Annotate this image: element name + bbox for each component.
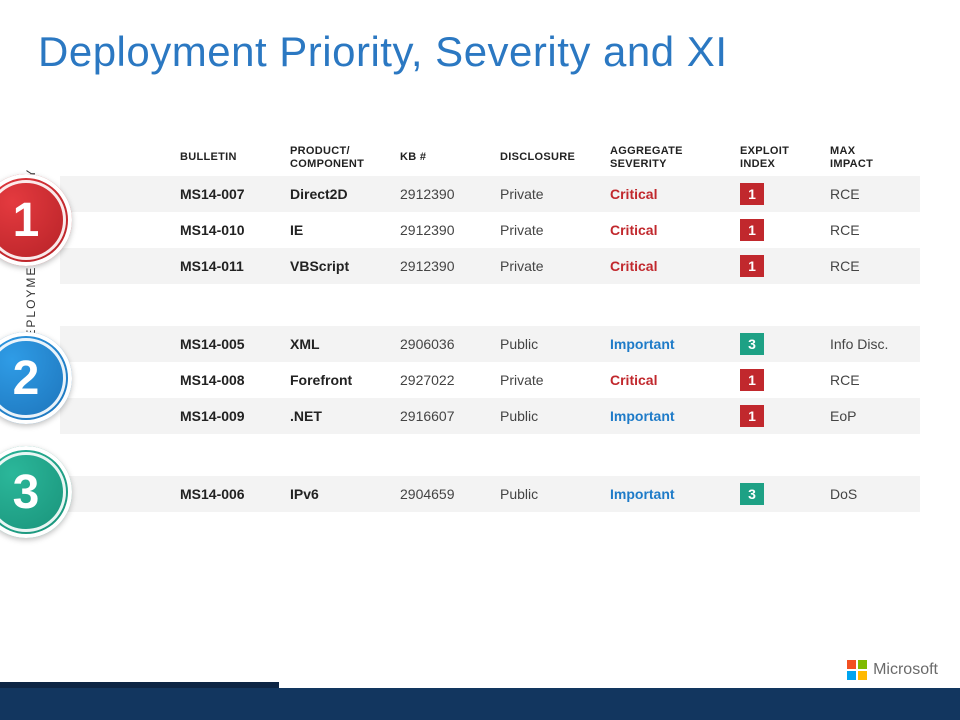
cell-impact: DoS (830, 486, 920, 502)
table-headers: BULLETIN PRODUCT/ COMPONENT KB # DISCLOS… (60, 140, 920, 176)
microsoft-logo: Microsoft (847, 660, 938, 680)
cell-impact: EoP (830, 408, 920, 424)
cell-severity: Critical (610, 372, 740, 388)
cell-exploit-index: 1 (740, 219, 830, 241)
cell-product: .NET (290, 408, 400, 424)
cell-disclosure: Public (500, 408, 610, 424)
cell-impact: RCE (830, 186, 920, 202)
microsoft-logo-text: Microsoft (873, 661, 938, 679)
cell-product: VBScript (290, 258, 400, 274)
page-title: Deployment Priority, Severity and XI (0, 0, 960, 76)
cell-disclosure: Private (500, 186, 610, 202)
cell-exploit-index: 1 (740, 369, 830, 391)
table-row: MS14-006IPv62904659PublicImportant3DoS (60, 476, 920, 512)
cell-impact: Info Disc. (830, 336, 920, 352)
table-row: MS14-005XML2906036PublicImportant3Info D… (60, 326, 920, 362)
cell-product: Direct2D (290, 186, 400, 202)
cell-kb: 2912390 (400, 186, 500, 202)
cell-bulletin: MS14-008 (180, 372, 290, 388)
cell-exploit-index: 1 (740, 405, 830, 427)
cell-bulletin: MS14-006 (180, 486, 290, 502)
cell-kb: 2916607 (400, 408, 500, 424)
cell-product: IE (290, 222, 400, 238)
cell-severity: Important (610, 486, 740, 502)
cell-product: Forefront (290, 372, 400, 388)
cell-disclosure: Private (500, 258, 610, 274)
cell-bulletin: MS14-011 (180, 258, 290, 274)
table-row: MS14-011VBScript2912390PrivateCritical1R… (60, 248, 920, 284)
cell-bulletin: MS14-007 (180, 186, 290, 202)
col-product: PRODUCT/ COMPONENT (290, 145, 400, 171)
cell-kb: 2927022 (400, 372, 500, 388)
cell-exploit-index: 3 (740, 483, 830, 505)
priority-group-1: 1MS14-007Direct2D2912390PrivateCritical1… (40, 176, 920, 284)
cell-impact: RCE (830, 222, 920, 238)
cell-impact: RCE (830, 258, 920, 274)
col-kb: KB # (400, 151, 500, 164)
cell-exploit-index: 1 (740, 255, 830, 277)
table-row: MS14-008Forefront2927022PrivateCritical1… (60, 362, 920, 398)
col-disclosure: DISCLOSURE (500, 151, 610, 164)
cell-product: XML (290, 336, 400, 352)
cell-severity: Important (610, 336, 740, 352)
cell-kb: 2906036 (400, 336, 500, 352)
col-severity: AGGREGATE SEVERITY (610, 145, 740, 171)
cell-severity: Critical (610, 258, 740, 274)
cell-kb: 2904659 (400, 486, 500, 502)
cell-severity: Critical (610, 186, 740, 202)
priority-group-2: 2MS14-005XML2906036PublicImportant3Info … (40, 326, 920, 434)
cell-bulletin: MS14-009 (180, 408, 290, 424)
cell-product: IPv6 (290, 486, 400, 502)
priority-group-3: 3MS14-006IPv62904659PublicImportant3DoS (40, 476, 920, 512)
col-xi: EXPLOIT INDEX (740, 145, 830, 171)
col-bulletin: BULLETIN (180, 151, 290, 164)
col-impact: MAX IMPACT (830, 145, 920, 171)
cell-disclosure: Private (500, 222, 610, 238)
cell-exploit-index: 3 (740, 333, 830, 355)
cell-disclosure: Public (500, 336, 610, 352)
cell-impact: RCE (830, 372, 920, 388)
footer-bar (0, 688, 960, 720)
cell-disclosure: Public (500, 486, 610, 502)
cell-bulletin: MS14-005 (180, 336, 290, 352)
cell-severity: Critical (610, 222, 740, 238)
cell-disclosure: Private (500, 372, 610, 388)
cell-bulletin: MS14-010 (180, 222, 290, 238)
table-row: MS14-007Direct2D2912390PrivateCritical1R… (60, 176, 920, 212)
cell-kb: 2912390 (400, 222, 500, 238)
side-axis-label: DEPLOYMENT PRIORITY (24, 0, 38, 198)
cell-severity: Important (610, 408, 740, 424)
table-row: MS14-010IE2912390PrivateCritical1RCE (60, 212, 920, 248)
table-row: MS14-009.NET2916607PublicImportant1EoP (60, 398, 920, 434)
priority-matrix: DEPLOYMENT PRIORITY BULLETIN PRODUCT/ CO… (40, 140, 920, 554)
priority-badge-3: 3 (0, 446, 72, 538)
cell-exploit-index: 1 (740, 183, 830, 205)
microsoft-logo-icon (847, 660, 867, 680)
cell-kb: 2912390 (400, 258, 500, 274)
